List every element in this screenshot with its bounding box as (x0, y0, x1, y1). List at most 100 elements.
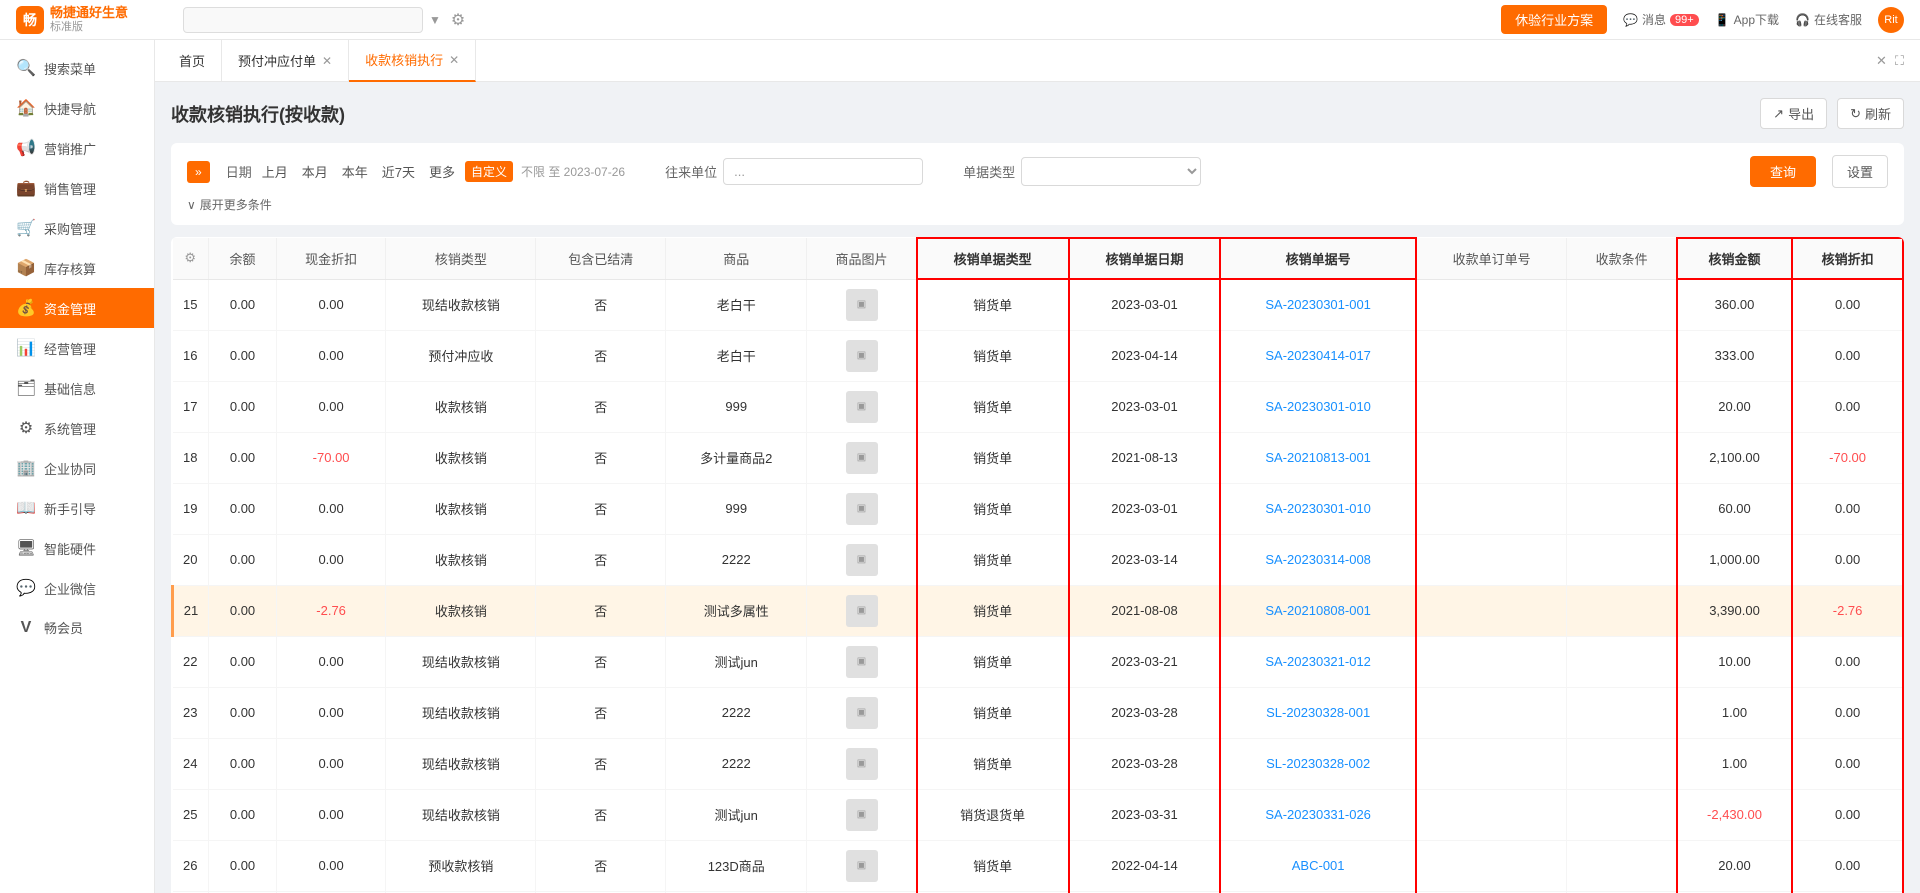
cell-receipt-terms (1567, 534, 1677, 585)
settings-icon[interactable]: ⚙ (451, 10, 465, 30)
sidebar-label-basicinfo: 基础信息 (44, 379, 96, 398)
th-cancel-amount: 核销金额 (1677, 238, 1792, 279)
tab-home[interactable]: 首页 (163, 40, 222, 82)
sidebar-item-finance[interactable]: 💰 资金管理 (0, 288, 154, 328)
cell-cancel-doc-no[interactable]: SA-20210808-001 (1220, 585, 1415, 636)
cell-receipt-order-no (1416, 534, 1567, 585)
date-link-more[interactable]: 更多 (425, 160, 459, 183)
sidebar-item-marketing[interactable]: 📢 营销推广 (0, 128, 154, 168)
cell-cancel-doc-no[interactable]: SA-20230301-010 (1220, 381, 1415, 432)
cell-cancel-doc-no[interactable]: SL-20230328-002 (1220, 738, 1415, 789)
date-link-lastmonth[interactable]: 上月 (258, 160, 292, 183)
sidebar-item-system[interactable]: ⚙ 系统管理 (0, 408, 154, 448)
cell-cancel-amount: 60.00 (1677, 483, 1792, 534)
sidebar-item-basicinfo[interactable]: 🗂 基础信息 (0, 368, 154, 408)
doctype-select[interactable] (1021, 157, 1201, 186)
setting-button[interactable]: 设置 (1832, 155, 1888, 188)
tab-prepay[interactable]: 预付冲应付单 ✕ (222, 40, 349, 82)
doc-no-link[interactable]: SA-20210808-001 (1265, 603, 1371, 618)
sidebar-item-sales[interactable]: 💼 销售管理 (0, 168, 154, 208)
cell-balance: 0.00 (209, 738, 277, 789)
doc-no-link[interactable]: SA-20230301-010 (1265, 501, 1371, 516)
cell-receipt-terms (1567, 840, 1677, 891)
cell-cancel-discount: 0.00 (1792, 687, 1903, 738)
cell-cancel-doc-no[interactable]: SA-20230414-017 (1220, 330, 1415, 381)
doc-no-link[interactable]: SA-20230314-008 (1265, 552, 1371, 567)
table-row: 16 0.00 0.00 预付冲应收 否 老白干 ▣ 销货单 2023-04-1… (173, 330, 1904, 381)
party-filter-label: 往来单位 (665, 162, 717, 181)
cell-cancel-doc-date: 2023-03-28 (1069, 738, 1221, 789)
cell-id: 19 (173, 483, 209, 534)
sidebar-item-newbie[interactable]: 📖 新手引导 (0, 488, 154, 528)
sidebar-item-vip[interactable]: V 畅会员 (0, 608, 154, 647)
tab-prepay-close[interactable]: ✕ (322, 54, 332, 68)
date-link-thisyear[interactable]: 本年 (338, 160, 372, 183)
cell-cancel-doc-no[interactable]: SL-20230328-001 (1220, 687, 1415, 738)
sidebar-label-vip: 畅会员 (44, 618, 83, 637)
cell-cancel-discount: 0.00 (1792, 840, 1903, 891)
date-link-custom[interactable]: 自定义 (465, 161, 513, 182)
collapse-arrow-button[interactable]: » (187, 161, 210, 183)
sidebar-item-enterprise[interactable]: 🏢 企业协同 (0, 448, 154, 488)
enterprise-icon: 🏢 (16, 458, 36, 478)
doc-no-link[interactable]: SA-20230301-001 (1265, 297, 1371, 312)
export-icon: ↗ (1773, 106, 1784, 122)
doc-no-link[interactable]: SL-20230328-002 (1266, 756, 1370, 771)
th-cancel-doc-date: 核销单据日期 (1069, 238, 1221, 279)
app-icon: 📱 (1715, 13, 1730, 27)
sidebar-item-quick-nav[interactable]: 🏠 快捷导航 (0, 88, 154, 128)
cell-cancel-doc-no[interactable]: ABC-001 (1220, 840, 1415, 891)
cell-goods: 老白干 (666, 330, 807, 381)
cell-goods: 老白干 (666, 279, 807, 330)
cell-cancel-discount: 0.00 (1792, 381, 1903, 432)
cell-cancel-doc-no[interactable]: SA-20210813-001 (1220, 432, 1415, 483)
cell-cancel-doc-no[interactable]: SA-20230314-008 (1220, 534, 1415, 585)
cell-cancel-doc-no[interactable]: SA-20230331-026 (1220, 789, 1415, 840)
refresh-button[interactable]: ↻ 刷新 (1837, 98, 1904, 129)
doc-no-link[interactable]: ABC-001 (1292, 858, 1345, 873)
doc-no-link[interactable]: SA-20230301-010 (1265, 399, 1371, 414)
table-row: 26 0.00 0.00 预收款核销 否 123D商品 ▣ 销货单 2022-0… (173, 840, 1904, 891)
cell-balance: 0.00 (209, 330, 277, 381)
query-button[interactable]: 查询 (1750, 156, 1816, 187)
online-service-action[interactable]: 🎧 在线客服 (1795, 11, 1862, 28)
date-link-thismonth[interactable]: 本月 (298, 160, 332, 183)
cell-cancel-doc-no[interactable]: SA-20230321-012 (1220, 636, 1415, 687)
sidebar-item-inventory[interactable]: 📦 库存核算 (0, 248, 154, 288)
tab-receipt-cancel[interactable]: 收款核销执行 ✕ (349, 40, 476, 82)
cell-cancel-doc-no[interactable]: SA-20230301-010 (1220, 483, 1415, 534)
cell-cancel-doc-no[interactable]: SA-20230301-001 (1220, 279, 1415, 330)
sidebar-item-smarthw[interactable]: 🖥 智能硬件 (0, 528, 154, 568)
tab-receipt-cancel-close[interactable]: ✕ (449, 53, 459, 67)
search-dropdown-icon[interactable]: ▼ (429, 13, 441, 27)
cell-cash-discount: 0.00 (277, 534, 386, 585)
tab-close-all-icon[interactable]: ✕ (1876, 53, 1887, 69)
doc-no-link[interactable]: SL-20230328-001 (1266, 705, 1370, 720)
tab-expand-icon[interactable]: ⛶ (1895, 53, 1904, 69)
sidebar-item-business[interactable]: 📊 经营管理 (0, 328, 154, 368)
sidebar-item-search-menu[interactable]: 🔍 搜索菜单 (0, 48, 154, 88)
doc-no-link[interactable]: SA-20230321-012 (1265, 654, 1371, 669)
industry-solution-button[interactable]: 休验行业方案 (1501, 5, 1607, 34)
cell-include-settled: 否 (536, 483, 666, 534)
doc-no-link[interactable]: SA-20230331-026 (1265, 807, 1371, 822)
doc-no-link[interactable]: SA-20210813-001 (1265, 450, 1371, 465)
export-button[interactable]: ↗ 导出 (1760, 98, 1827, 129)
cell-include-settled: 否 (536, 432, 666, 483)
cell-cancel-doc-date: 2022-04-14 (1069, 840, 1221, 891)
party-input[interactable]: ... (723, 158, 923, 185)
top-search-input[interactable] (183, 7, 423, 33)
app-download-action[interactable]: 📱 App下载 (1715, 11, 1779, 28)
message-label: 消息 (1642, 11, 1666, 28)
doc-no-link[interactable]: SA-20230414-017 (1265, 348, 1371, 363)
expand-more-button[interactable]: ∨ 展开更多条件 (187, 196, 1888, 213)
message-action[interactable]: 💬 消息 99+ (1623, 11, 1699, 28)
date-link-7days[interactable]: 近7天 (378, 160, 419, 183)
user-avatar[interactable]: Rit (1878, 7, 1904, 33)
cell-cancel-discount: 0.00 (1792, 534, 1903, 585)
sidebar-label-inventory: 库存核算 (44, 259, 96, 278)
th-cancel-type: 核销类型 (386, 238, 536, 279)
table-settings-icon[interactable]: ⚙ (184, 250, 196, 265)
sidebar-item-purchase[interactable]: 🛒 采购管理 (0, 208, 154, 248)
sidebar-item-wechat[interactable]: 💬 企业微信 (0, 568, 154, 608)
